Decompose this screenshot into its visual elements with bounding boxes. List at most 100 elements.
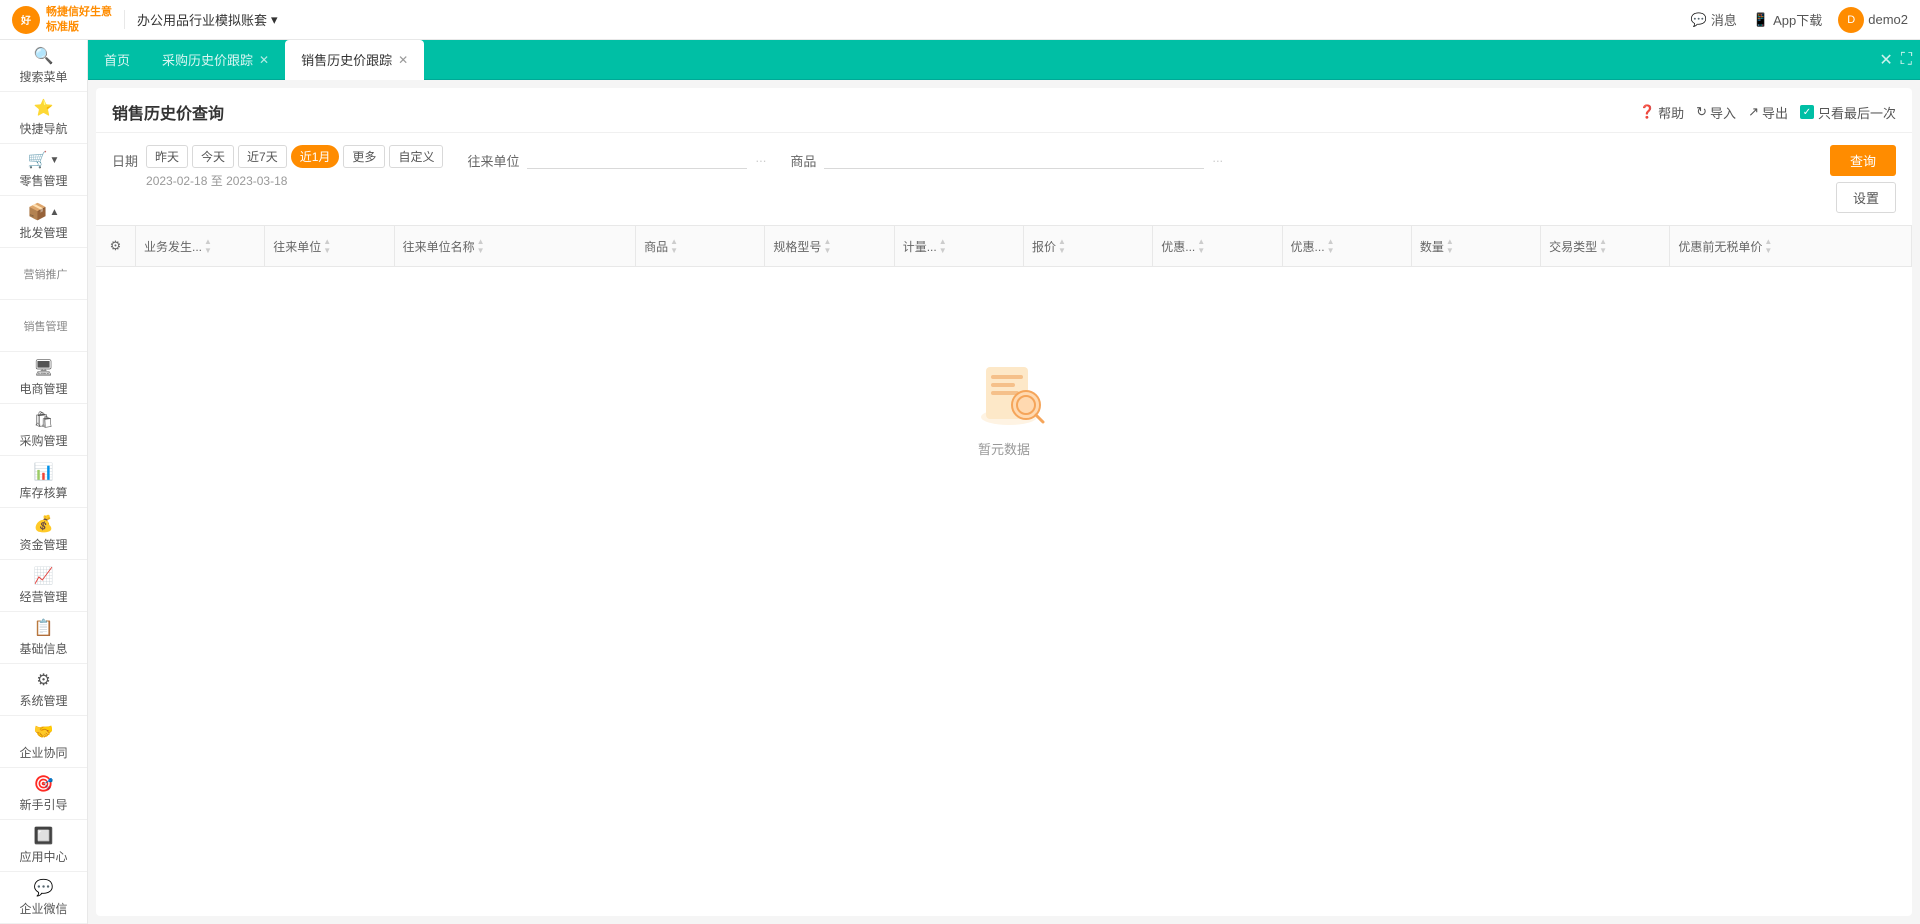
close-all-tabs-button[interactable]: ✕ <box>1879 50 1892 70</box>
app-download-button[interactable]: 📱 App下载 <box>1753 10 1822 29</box>
only-last-checkbox[interactable]: ✓ 只看最后一次 <box>1800 103 1896 122</box>
wechat-icon: 💬 <box>34 878 54 898</box>
tab-sales-close[interactable]: ✕ <box>398 53 408 67</box>
page-header-actions: ❓ 帮助 ↻ 导入 ↗ 导出 ✓ 只看最后一次 <box>1639 103 1896 122</box>
help-icon: ❓ <box>1639 104 1655 120</box>
finance-icon: 💰 <box>34 514 54 534</box>
sidebar-item-wechat[interactable]: 💬 企业微信 <box>0 872 87 924</box>
settings-button[interactable]: 设置 <box>1836 182 1896 213</box>
date-btn-7days[interactable]: 近7天 <box>238 145 287 168</box>
date-btn-custom[interactable]: 自定义 <box>389 145 443 168</box>
sort-arrows-qty: ▲ ▼ <box>1446 238 1454 255</box>
search-btn-group: 查询 设置 <box>1830 145 1896 213</box>
sidebar-item-search[interactable]: 🔍 搜索菜单 <box>0 40 87 92</box>
help-button[interactable]: ❓ 帮助 <box>1639 103 1684 122</box>
sidebar-item-shortcut[interactable]: ⭐ 快捷导航 <box>0 92 87 144</box>
tab-actions: ✕ ⛶ <box>1879 50 1920 70</box>
sidebar-item-system[interactable]: ⚙ 系统管理 <box>0 664 87 716</box>
operations-icon: 📈 <box>34 566 54 586</box>
sidebar-item-enterprise[interactable]: 🤝 企业协同 <box>0 716 87 768</box>
date-label: 日期 <box>112 151 138 170</box>
maximize-button[interactable]: ⛶ <box>1901 51 1912 69</box>
sort-arrows-spec: ▲ ▼ <box>823 238 831 255</box>
logo-area: 好 畅捷信好生意 标准版 <box>12 5 112 34</box>
date-btn-row: 昨天 今天 近7天 近1月 更多 自定义 <box>146 145 443 168</box>
inventory-icon: 📊 <box>34 462 54 482</box>
sidebar-item-apps[interactable]: 🔲 应用中心 <box>0 820 87 872</box>
th-discount1[interactable]: 优惠... ▲ ▼ <box>1153 226 1282 266</box>
th-goods[interactable]: 商品 ▲ ▼ <box>636 226 765 266</box>
th-unit[interactable]: 计量... ▲ ▼ <box>895 226 1024 266</box>
partner-filter-group: 往来单位 ... <box>467 145 766 170</box>
empty-icon <box>964 347 1044 427</box>
logo-text: 畅捷信好生意 标准版 <box>46 5 112 34</box>
ecommerce-icon: 🖥 <box>33 358 53 378</box>
wholesale-icon: 📦 <box>28 202 48 222</box>
sort-arrows-partner-name: ▲ ▼ <box>477 238 485 255</box>
page-header: 销售历史价查询 ❓ 帮助 ↻ 导入 ↗ 导出 ✓ 只看最后一次 <box>96 88 1912 133</box>
sidebar-item-inventory[interactable]: 📊 库存核算 <box>0 456 87 508</box>
retail-icon: 🛒 <box>28 150 48 170</box>
goods-dots-button[interactable]: ... <box>1212 150 1223 165</box>
th-partner-name[interactable]: 往来单位名称 ▲ ▼ <box>395 226 637 266</box>
avatar: D <box>1838 7 1864 33</box>
top-header: 好 畅捷信好生意 标准版 办公用品行业模拟账套 ▾ 💬 消息 📱 App下载 D… <box>0 0 1920 40</box>
header-left: 好 畅捷信好生意 标准版 办公用品行业模拟账套 ▾ <box>12 5 278 34</box>
sidebar: 🔍 搜索菜单 ⭐ 快捷导航 🛒 ▼ 零售管理 📦 ▲ 批发管理 营销推广 销售管… <box>0 40 88 924</box>
table-header: ⚙ 业务发生... ▲ ▼ 往来单位 ▲ ▼ 往来单位名称 <box>96 226 1912 267</box>
th-discount2[interactable]: 优惠... ▲ ▼ <box>1283 226 1412 266</box>
date-btn-yesterday[interactable]: 昨天 <box>146 145 188 168</box>
search-icon: 🔍 <box>34 46 54 66</box>
date-btn-1month[interactable]: 近1月 <box>291 145 340 168</box>
table-container: ⚙ 业务发生... ▲ ▼ 往来单位 ▲ ▼ 往来单位名称 <box>96 225 1912 538</box>
goods-input[interactable] <box>824 145 1204 169</box>
chevron-down-icon: ▼ <box>50 155 60 166</box>
empty-text: 暂元数据 <box>978 439 1030 458</box>
sort-arrows-discount1: ▲ ▼ <box>1197 238 1205 255</box>
sidebar-item-basic[interactable]: 📋 基础信息 <box>0 612 87 664</box>
tab-sales[interactable]: 销售历史价跟踪 ✕ <box>285 40 424 80</box>
date-btn-more[interactable]: 更多 <box>343 145 385 168</box>
sidebar-item-operations[interactable]: 📈 经营管理 <box>0 560 87 612</box>
tab-home[interactable]: 首页 <box>88 40 146 80</box>
date-btn-today[interactable]: 今天 <box>192 145 234 168</box>
th-quote-price[interactable]: 报价 ▲ ▼ <box>1024 226 1153 266</box>
tab-purchase[interactable]: 采购历史价跟踪 ✕ <box>146 40 285 80</box>
th-partner-code[interactable]: 往来单位 ▲ ▼ <box>265 226 394 266</box>
sidebar-item-retail[interactable]: 🛒 ▼ 零售管理 <box>0 144 87 196</box>
app-selector[interactable]: 办公用品行业模拟账套 ▾ <box>124 10 278 29</box>
th-qty[interactable]: 数量 ▲ ▼ <box>1412 226 1541 266</box>
export-button[interactable]: ↗ 导出 <box>1748 103 1788 122</box>
sidebar-item-ecommerce[interactable]: 🖥 电商管理 <box>0 352 87 404</box>
sidebar-item-guide[interactable]: 🎯 新手引导 <box>0 768 87 820</box>
sort-arrows-quote-price: ▲ ▼ <box>1058 238 1066 255</box>
tab-purchase-close[interactable]: ✕ <box>259 53 269 67</box>
enterprise-icon: 🤝 <box>34 722 54 742</box>
th-biz-date[interactable]: 业务发生... ▲ ▼ <box>136 226 265 266</box>
chevron-down-icon: ▾ <box>271 12 278 28</box>
purchase-icon: 🛍 <box>33 410 53 430</box>
sort-arrows-partner-code: ▲ ▼ <box>323 238 331 255</box>
sidebar-item-purchase[interactable]: 🛍 采购管理 <box>0 404 87 456</box>
message-button[interactable]: 💬 消息 <box>1691 10 1737 29</box>
user-menu[interactable]: D demo2 <box>1838 7 1908 33</box>
column-settings-button[interactable]: ⚙ <box>96 226 136 266</box>
date-range-text: 2023-02-18 至 2023-03-18 <box>146 172 443 189</box>
sidebar-item-marketing[interactable]: 营销推广 <box>0 248 87 300</box>
goods-input-group: ... <box>824 145 1223 169</box>
sort-arrows-unit: ▲ ▼ <box>939 238 947 255</box>
search-button[interactable]: 查询 <box>1830 145 1896 176</box>
th-spec[interactable]: 规格型号 ▲ ▼ <box>765 226 894 266</box>
th-trade-type[interactable]: 交易类型 ▲ ▼ <box>1541 226 1670 266</box>
th-no-tax-price[interactable]: 优惠前无税单价 ▲ ▼ <box>1670 226 1912 266</box>
chevron-up-icon: ▲ <box>50 207 60 218</box>
main-content: 销售历史价查询 ❓ 帮助 ↻ 导入 ↗ 导出 ✓ 只看最后一次 <box>88 80 1920 924</box>
import-button[interactable]: ↻ 导入 <box>1696 103 1736 122</box>
sidebar-item-finance[interactable]: 💰 资金管理 <box>0 508 87 560</box>
sort-arrows-trade-type: ▲ ▼ <box>1599 238 1607 255</box>
sidebar-item-sales-mgmt[interactable]: 销售管理 <box>0 300 87 352</box>
partner-input[interactable] <box>527 145 747 169</box>
sidebar-item-wholesale[interactable]: 📦 ▲ 批发管理 <box>0 196 87 248</box>
partner-dots-button[interactable]: ... <box>755 150 766 165</box>
date-buttons: 昨天 今天 近7天 近1月 更多 自定义 2023-02-18 至 2023-0… <box>146 145 443 189</box>
